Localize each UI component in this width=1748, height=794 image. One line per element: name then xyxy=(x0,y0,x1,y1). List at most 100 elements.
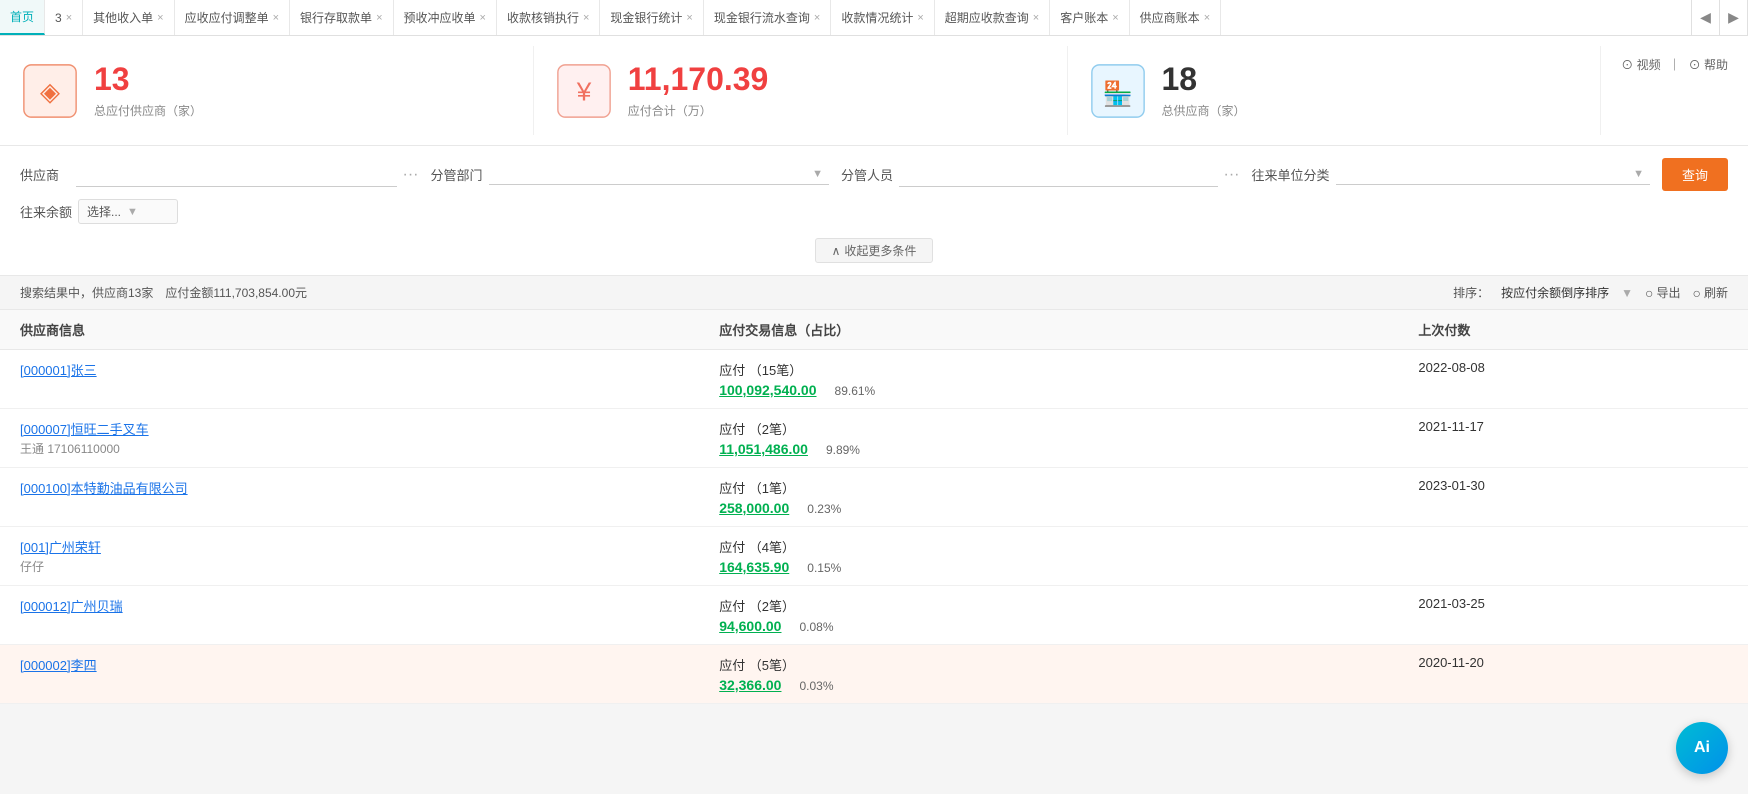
nav-tab-other-income[interactable]: 其他收入单 × xyxy=(83,0,174,35)
export-button[interactable]: ○ 导出 xyxy=(1645,284,1680,301)
sort-select[interactable]: 按应付余额倒序排序 xyxy=(1501,284,1609,301)
search-row-2: 往来余额 选择... ▼ xyxy=(20,199,1728,224)
person-input[interactable] xyxy=(899,163,1218,187)
nav-tab-supplier-ledger[interactable]: 供应商账本 × xyxy=(1130,0,1221,35)
dept-select[interactable]: ▼ xyxy=(489,164,829,185)
result-amount: 应付金额111,703,854.00元 xyxy=(165,284,307,301)
bank-deposit-label: 银行存取款单 xyxy=(300,9,372,26)
close-icon[interactable]: × xyxy=(157,12,163,24)
payable-amount[interactable]: 11,051,486.00 xyxy=(719,441,808,457)
nav-tab-verify[interactable]: 收款核销执行 × xyxy=(497,0,600,35)
nav-tab-prepay[interactable]: 预收冲应收单 × xyxy=(394,0,497,35)
chevron-down-icon: ▼ xyxy=(812,168,823,180)
close-icon[interactable]: × xyxy=(1112,12,1118,24)
payable-amount[interactable]: 94,600.00 xyxy=(719,618,781,634)
payable-amount[interactable]: 258,000.00 xyxy=(719,500,789,516)
payable-percent: 0.15% xyxy=(807,561,841,575)
nav-tab-3[interactable]: 3 × xyxy=(45,0,83,35)
sort-dropdown-icon[interactable]: ▼ xyxy=(1621,286,1633,300)
refresh-icon: ○ xyxy=(1693,285,1701,301)
store-icon: 🏪 xyxy=(1088,61,1148,121)
nav-tab-bank-deposit[interactable]: 银行存取款单 × xyxy=(290,0,393,35)
result-supplier-count: 搜索结果中，供应商13家 xyxy=(20,284,153,301)
sort-label: 排序： xyxy=(1453,284,1489,301)
summary-card-amount: ¥ 11,170.39 应付合计（万） xyxy=(534,46,1068,135)
video-link[interactable]: ⊙ 视频 xyxy=(1621,56,1660,73)
nav-tab-customer-ledger[interactable]: 客户账本 × xyxy=(1050,0,1129,35)
cash-stat-label: 现金银行统计 xyxy=(610,9,682,26)
supplier-sub-info: 王通 17106110000 xyxy=(20,440,679,457)
payable-count: 应付 （2笔） xyxy=(719,596,1378,615)
balance-select[interactable]: 选择... ▼ xyxy=(78,199,178,224)
home-label: 首页 xyxy=(10,8,34,25)
supplier-dots-icon[interactable]: ··· xyxy=(403,166,419,184)
supplier-link[interactable]: [000002]李四 xyxy=(20,658,97,673)
total-suppliers-number: 18 xyxy=(1162,62,1581,97)
cash-flow-label: 现金银行流水查询 xyxy=(714,9,810,26)
nav-prev-btn[interactable]: ◀ xyxy=(1692,0,1720,36)
collapse-button[interactable]: ∧ 收起更多条件 xyxy=(815,238,934,263)
close-icon[interactable]: × xyxy=(376,12,382,24)
col-supplier-info: 供应商信息 xyxy=(0,310,699,350)
close-icon[interactable]: × xyxy=(686,12,692,24)
verify-label: 收款核销执行 xyxy=(507,9,579,26)
payable-count: 应付 （1笔） xyxy=(719,478,1378,497)
supplier-link[interactable]: [000100]本特勤油品有限公司 xyxy=(20,481,188,496)
nav-tab-home[interactable]: 首页 xyxy=(0,0,45,35)
supplier-info-cell: [000012]广州贝瑞 xyxy=(0,586,699,645)
nav-tab-adjust[interactable]: 应收应付调整单 × xyxy=(175,0,290,35)
adjust-label: 应收应付调整单 xyxy=(185,9,269,26)
supplier-link[interactable]: [001]广州荣轩 xyxy=(20,540,101,555)
collection-stat-label: 收款情况统计 xyxy=(841,9,913,26)
payable-count: 应付 （2笔） xyxy=(719,419,1378,438)
collapse-label: 收起更多条件 xyxy=(844,242,916,259)
payable-info-cell: 应付 （15笔）100,092,540.0089.61% xyxy=(699,350,1398,409)
close-icon[interactable]: × xyxy=(1033,12,1039,24)
payable-amount[interactable]: 32,366.00 xyxy=(719,677,781,693)
ai-assistant-button[interactable]: Ai xyxy=(1676,722,1728,774)
summary-bar: ◈ 13 总应付供应商（家） ¥ 11,170.39 应付合计（万） xyxy=(0,36,1748,146)
last-pay-cell: 2020-11-20 xyxy=(1398,645,1748,704)
export-icon: ○ xyxy=(1645,285,1653,301)
nav-tab-overdue[interactable]: 超期应收款查询 × xyxy=(935,0,1050,35)
result-info: 搜索结果中，供应商13家 应付金额111,703,854.00元 xyxy=(20,284,307,301)
payable-amount[interactable]: 164,635.90 xyxy=(719,559,789,575)
nav-next-btn[interactable]: ▶ xyxy=(1720,0,1748,36)
close-icon[interactable]: × xyxy=(273,12,279,24)
close-icon[interactable]: × xyxy=(583,12,589,24)
supplier-input[interactable] xyxy=(76,163,397,187)
refresh-label: 刷新 xyxy=(1704,284,1728,301)
nav-tab-cash-stat[interactable]: 现金银行统计 × xyxy=(600,0,703,35)
last-pay-cell xyxy=(1398,527,1748,586)
payable-info-cell: 应付 （5笔）32,366.000.03% xyxy=(699,645,1398,704)
supplier-link[interactable]: [000007]恒旺二手叉车 xyxy=(20,422,149,437)
person-dots-icon[interactable]: ··· xyxy=(1224,166,1240,184)
amount-icon: ¥ xyxy=(554,61,614,121)
last-pay-cell: 2021-03-25 xyxy=(1398,586,1748,645)
help-link[interactable]: ⊙ 帮助 xyxy=(1689,56,1728,73)
close-icon[interactable]: × xyxy=(66,12,72,24)
close-icon[interactable]: × xyxy=(917,12,923,24)
close-icon[interactable]: × xyxy=(814,12,820,24)
nav-tab-cash-flow[interactable]: 现金银行流水查询 × xyxy=(704,0,831,35)
last-pay-cell: 2023-01-30 xyxy=(1398,468,1748,527)
payable-percent: 9.89% xyxy=(826,443,860,457)
table-row: [000100]本特勤油品有限公司应付 （1笔）258,000.000.23%2… xyxy=(0,468,1748,527)
balance-field: 往来余额 选择... ▼ xyxy=(20,199,178,224)
close-icon[interactable]: × xyxy=(480,12,486,24)
summary-card-suppliers: ◈ 13 总应付供应商（家） xyxy=(0,46,534,135)
payable-info-cell: 应付 （2笔）94,600.000.08% xyxy=(699,586,1398,645)
nav-tab-collection-stat[interactable]: 收款情况统计 × xyxy=(831,0,934,35)
table-row: [000001]张三应付 （15笔）100,092,540.0089.61%20… xyxy=(0,350,1748,409)
supplier-link[interactable]: [000001]张三 xyxy=(20,363,97,378)
supplier-link[interactable]: [000012]广州贝瑞 xyxy=(20,599,123,614)
overdue-label: 超期应收款查询 xyxy=(945,9,1029,26)
category-field: 往来单位分类 ▼ xyxy=(1252,164,1651,185)
payable-amount[interactable]: 100,092,540.00 xyxy=(719,382,816,398)
close-icon[interactable]: × xyxy=(1204,12,1210,24)
refresh-button[interactable]: ○ 刷新 xyxy=(1693,284,1728,301)
search-row-1: 供应商 ··· 分管部门 ▼ 分管人员 ··· 往来单位分类 xyxy=(20,158,1728,191)
query-button[interactable]: 查询 xyxy=(1662,158,1728,191)
category-select[interactable]: ▼ xyxy=(1336,164,1650,185)
supplier-info-cell: [000001]张三 xyxy=(0,350,699,409)
